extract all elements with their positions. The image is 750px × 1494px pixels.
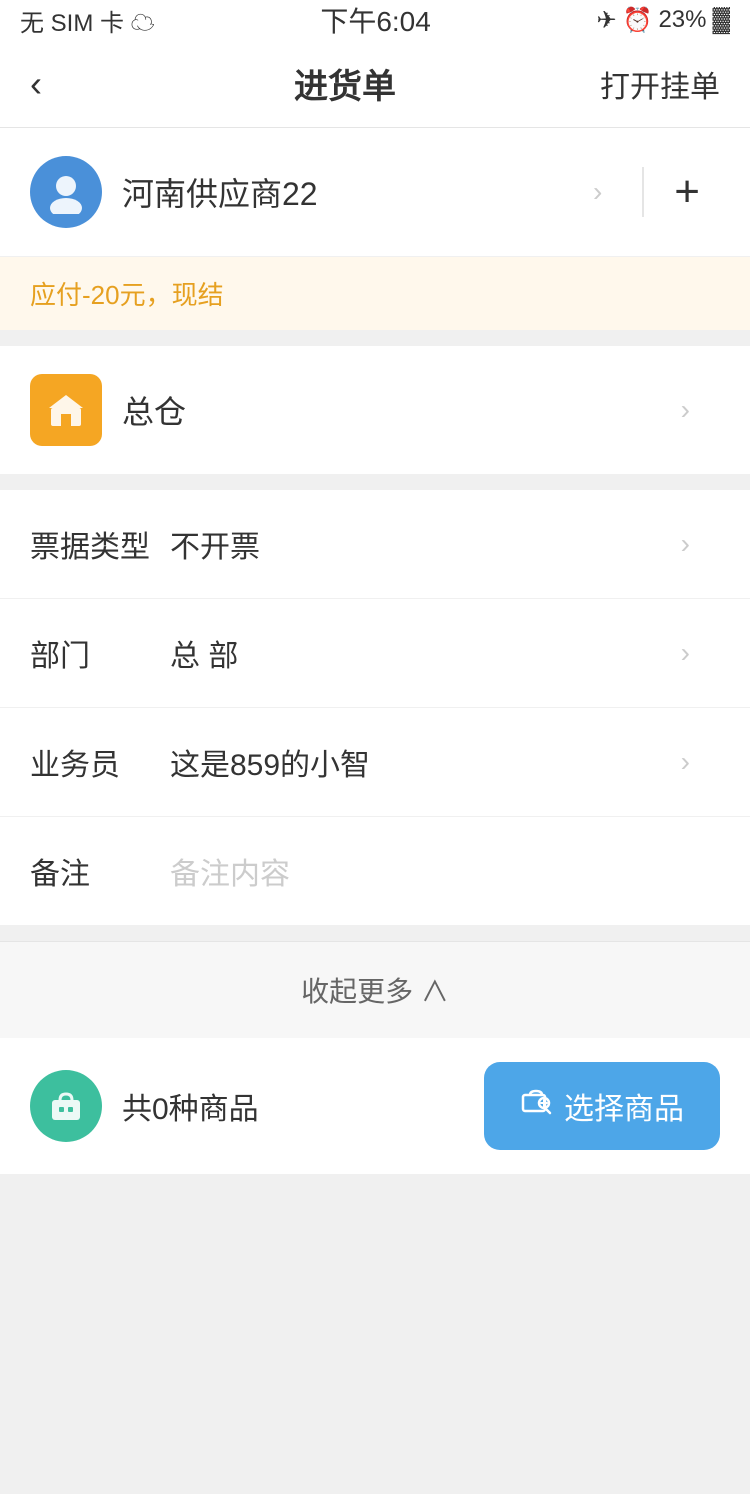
empty-space [0, 1174, 750, 1494]
status-right: ✈ ⏰ 23% ▓ [596, 6, 730, 35]
department-value: 总 部 [150, 631, 681, 675]
collapse-bar[interactable]: 收起更多 ∧ [0, 941, 750, 1038]
status-time: 下午6:04 [320, 0, 431, 40]
alarm-icon: ⏰ [623, 6, 653, 35]
supplier-avatar [30, 156, 102, 228]
warehouse-arrow-icon: › [681, 394, 690, 426]
invoice-arrow-icon: › [681, 528, 690, 560]
salesperson-label: 业务员 [30, 740, 150, 784]
remark-input[interactable]: 备注内容 [150, 849, 720, 893]
invoice-label: 票据类型 [30, 522, 150, 566]
form-row-invoice[interactable]: 票据类型 不开票 › [0, 490, 750, 599]
collapse-text: 收起更多 ∧ [301, 970, 449, 1010]
battery-label: 23% [658, 6, 706, 34]
status-bar: 无 SIM 卡 ☁ 下午6:04 ✈ ⏰ 23% ▓ [0, 0, 750, 40]
invoice-value: 不开票 [150, 522, 681, 566]
sim-label: 无 SIM 卡 ☁ [20, 3, 155, 38]
supplier-divider [642, 167, 644, 217]
add-supplier-button[interactable]: + [654, 170, 720, 214]
department-arrow-icon: › [681, 637, 690, 669]
warehouse-section[interactable]: 总仓 › [0, 346, 750, 474]
page-title: 进货单 [294, 59, 396, 108]
open-hang-button[interactable]: 打开挂单 [600, 62, 720, 106]
select-product-icon [520, 1087, 552, 1126]
salesperson-value: 这是859的小智 [150, 740, 681, 784]
product-count: 共0种商品 [122, 1084, 484, 1128]
department-label: 部门 [30, 631, 150, 675]
supplier-name: 河南供应商22 [122, 169, 593, 215]
supplier-row[interactable]: 河南供应商22 › + [0, 128, 750, 257]
warehouse-icon [30, 374, 102, 446]
notice-bar: 应付-20元，现结 [0, 257, 750, 330]
select-product-label: 选择商品 [564, 1084, 684, 1128]
bottom-bar: 共0种商品 选择商品 [0, 1038, 750, 1174]
location-icon: ✈ [596, 6, 616, 35]
remark-label: 备注 [30, 849, 150, 893]
notice-text: 应付-20元，现结 [30, 280, 224, 310]
warehouse-name: 总仓 [122, 387, 681, 433]
form-row-salesperson[interactable]: 业务员 这是859的小智 › [0, 708, 750, 817]
nav-bar: ‹ 进货单 打开挂单 [0, 40, 750, 128]
status-left: 无 SIM 卡 ☁ [20, 3, 155, 38]
form-row-department[interactable]: 部门 总 部 › [0, 599, 750, 708]
select-product-button[interactable]: 选择商品 [484, 1062, 720, 1150]
form-section: 票据类型 不开票 › 部门 总 部 › 业务员 这是859的小智 › 备注 备注… [0, 490, 750, 925]
supplier-section: 河南供应商22 › + 应付-20元，现结 [0, 128, 750, 330]
form-row-remark[interactable]: 备注 备注内容 [0, 817, 750, 925]
warehouse-row[interactable]: 总仓 › [0, 346, 750, 474]
content-area: 河南供应商22 › + 应付-20元，现结 总仓 › 票据类型 不开票 [0, 128, 750, 1494]
product-icon [30, 1070, 102, 1142]
back-button[interactable]: ‹ [30, 63, 90, 105]
supplier-arrow-icon: › [593, 176, 602, 208]
battery-icon: ▓ [713, 6, 731, 34]
salesperson-arrow-icon: › [681, 746, 690, 778]
